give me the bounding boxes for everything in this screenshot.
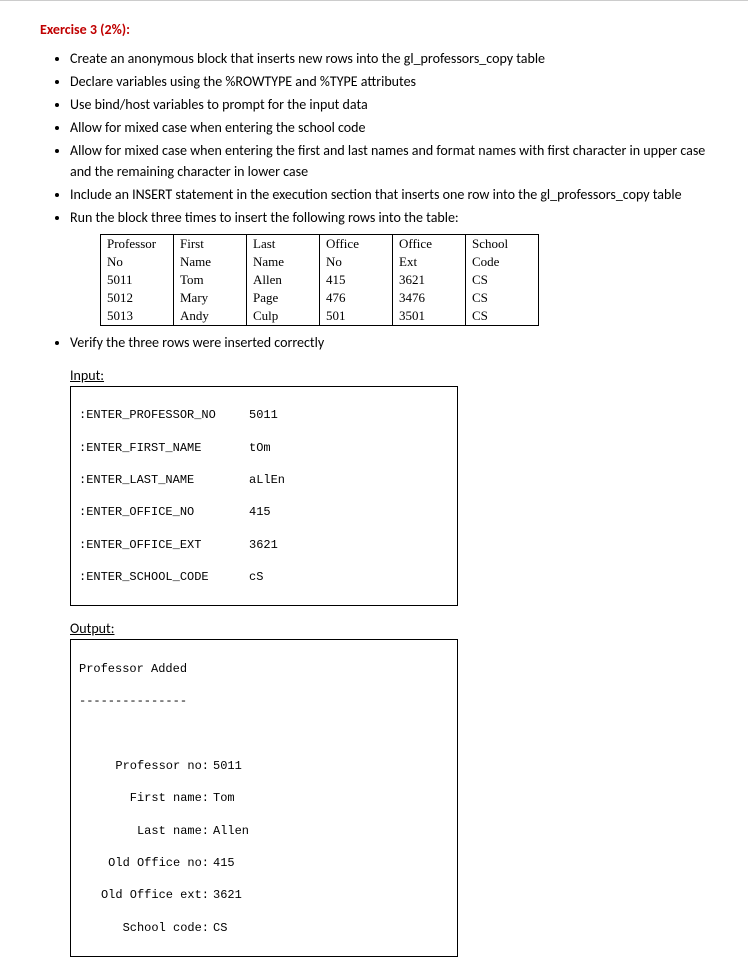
table-cell: 5011: [101, 271, 174, 289]
table-cell: 415: [320, 271, 393, 289]
input-var-value: cS: [249, 569, 263, 585]
table-header: Ext: [393, 253, 466, 271]
output-field-label: School code:: [79, 920, 213, 936]
table-cell: Culp: [247, 307, 320, 326]
table-cell: Mary: [174, 289, 247, 307]
output-field-label: Old Office ext:: [79, 887, 213, 903]
table-cell: CS: [466, 271, 539, 289]
table-cell: Andy: [174, 307, 247, 326]
verify-item: Verify the three rows were inserted corr…: [70, 332, 708, 353]
table-cell: 5013: [101, 307, 174, 326]
table-header: Office: [320, 235, 393, 254]
output-section-label: Output:: [70, 620, 708, 637]
input-var-value: 5011: [249, 407, 278, 423]
output-field-value: Tom: [213, 790, 235, 806]
output-field-value: 415: [213, 855, 235, 871]
table-cell: CS: [466, 289, 539, 307]
table-header: School: [466, 235, 539, 254]
input-var-value: aLlEn: [249, 472, 285, 488]
instruction-item: Include an INSERT statement in the execu…: [70, 184, 708, 205]
output-field-value: 3621: [213, 887, 242, 903]
instruction-item: Allow for mixed case when entering the s…: [70, 117, 708, 138]
verify-list: Verify the three rows were inserted corr…: [70, 332, 708, 353]
table-cell: Page: [247, 289, 320, 307]
table-cell: Tom: [174, 271, 247, 289]
table-cell: 3621: [393, 271, 466, 289]
output-field-label: Professor no:: [79, 758, 213, 774]
input-var-value: 3621: [249, 537, 278, 553]
table-cell: 501: [320, 307, 393, 326]
table-header: Office: [393, 235, 466, 254]
table-cell: Allen: [247, 271, 320, 289]
instruction-list: Create an anonymous block that inserts n…: [70, 48, 708, 228]
output-field-value: CS: [213, 920, 227, 936]
table-header: Code: [466, 253, 539, 271]
input-var-label: :ENTER_LAST_NAME: [79, 472, 249, 488]
input-var-label: :ENTER_SCHOOL_CODE: [79, 569, 249, 585]
output-field-value: 5011: [213, 758, 242, 774]
table-header: Last: [247, 235, 320, 254]
table-header: First: [174, 235, 247, 254]
output-header: Professor Added: [79, 661, 449, 677]
output-field-label: Last name:: [79, 823, 213, 839]
output-field-value: Allen: [213, 823, 249, 839]
input-var-label: :ENTER_FIRST_NAME: [79, 440, 249, 456]
input-var-value: 415: [249, 504, 271, 520]
instruction-item: Allow for mixed case when entering the f…: [70, 140, 708, 182]
instruction-item: Create an anonymous block that inserts n…: [70, 48, 708, 69]
table-cell: 3501: [393, 307, 466, 326]
input-box: :ENTER_PROFESSOR_NO5011 :ENTER_FIRST_NAM…: [70, 386, 458, 606]
input-section-label: Input:: [70, 367, 708, 384]
data-table: Professor First Last Office Office Schoo…: [100, 234, 539, 326]
table-cell: 476: [320, 289, 393, 307]
instruction-item: Use bind/host variables to prompt for th…: [70, 94, 708, 115]
output-field-label: First name:: [79, 790, 213, 806]
table-header: Name: [174, 253, 247, 271]
table-header: Professor: [101, 235, 174, 254]
table-cell: CS: [466, 307, 539, 326]
table-header: Name: [247, 253, 320, 271]
output-box: Professor Added --------------- Professo…: [70, 639, 458, 957]
table-cell: 3476: [393, 289, 466, 307]
output-divider: ---------------: [79, 693, 449, 709]
table-header: No: [101, 253, 174, 271]
input-var-label: :ENTER_OFFICE_EXT: [79, 537, 249, 553]
table-header: No: [320, 253, 393, 271]
input-var-value: tOm: [249, 440, 271, 456]
output-field-label: Old Office no:: [79, 855, 213, 871]
instruction-item: Run the block three times to insert the …: [70, 207, 708, 228]
table-cell: 5012: [101, 289, 174, 307]
exercise-title: Exercise 3 (2%):: [40, 21, 708, 38]
instruction-item: Declare variables using the %ROWTYPE and…: [70, 71, 708, 92]
input-var-label: :ENTER_PROFESSOR_NO: [79, 407, 249, 423]
input-var-label: :ENTER_OFFICE_NO: [79, 504, 249, 520]
